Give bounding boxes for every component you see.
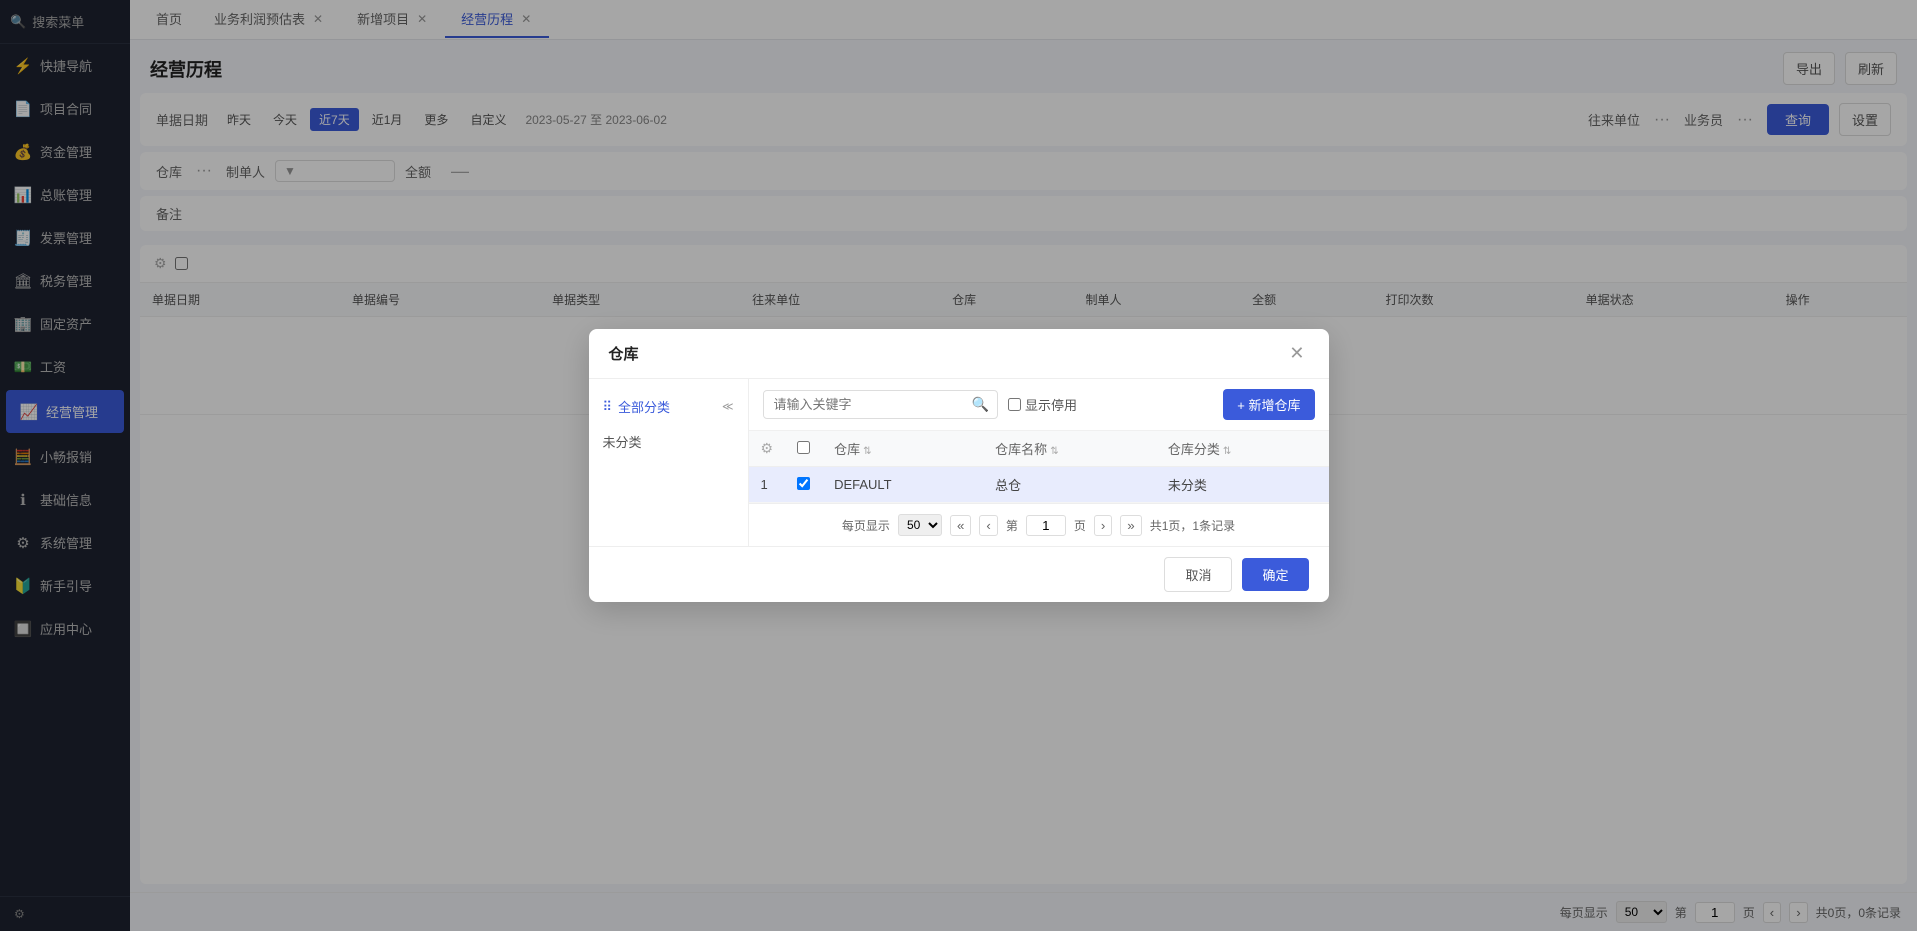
confirm-button[interactable]: 确定 — [1242, 558, 1308, 591]
show-disabled-checkbox[interactable] — [1008, 398, 1021, 411]
modal-first-page[interactable]: « — [950, 515, 971, 536]
search-icon: 🔍 — [964, 391, 997, 418]
modal-pagination: 每页显示 50 « ‹ 第 页 › » 共1页，1条记录 — [749, 503, 1329, 546]
modal-col-settings[interactable]: ⚙ — [761, 440, 774, 456]
modal-select-all[interactable] — [797, 441, 810, 454]
modal-title: 仓库 — [609, 343, 639, 364]
modal-footer-actions: 取消 确定 — [589, 546, 1329, 602]
modal-main: 🔍 显示停用 + 新增仓库 ⚙ 仓库⇅ — [749, 379, 1329, 546]
col-code: 仓库⇅ — [822, 431, 983, 467]
modal-last-page[interactable]: » — [1120, 515, 1141, 536]
modal-search-input[interactable] — [764, 392, 964, 417]
cancel-button[interactable]: 取消 — [1164, 557, 1232, 592]
grid-icon: ⠿ — [603, 399, 613, 415]
row-checkbox[interactable] — [797, 477, 810, 490]
modal-header: 仓库 ✕ — [589, 329, 1329, 379]
modal-table-row[interactable]: 1 DEFAULT 总仓 未分类 — [749, 467, 1329, 503]
row-num: 1 — [749, 467, 786, 503]
modal-overlay: 仓库 ✕ ⠿ 全部分类 ≪ 未分类 — [0, 0, 1917, 931]
col-category: 仓库分类⇅ — [1156, 431, 1329, 467]
modal-per-page-label: 每页显示 — [842, 517, 890, 534]
modal-page-input[interactable] — [1026, 515, 1066, 536]
modal-body: ⠿ 全部分类 ≪ 未分类 🔍 — [589, 379, 1329, 546]
sidebar-collapse-icon[interactable]: ≪ — [722, 400, 734, 413]
show-disabled-label[interactable]: 显示停用 — [1008, 395, 1077, 414]
modal-prev-page[interactable]: ‹ — [979, 515, 997, 536]
modal-warehouse: 仓库 ✕ ⠿ 全部分类 ≪ 未分类 — [589, 329, 1329, 602]
modal-per-page-select[interactable]: 50 — [898, 514, 942, 536]
uncategorized-label: 未分类 — [603, 432, 642, 451]
modal-next-page[interactable]: › — [1094, 515, 1112, 536]
all-category-label: 全部分类 — [618, 397, 670, 416]
modal-sidebar-scroll: 未分类 — [589, 424, 748, 536]
modal-sidebar-all-category[interactable]: ⠿ 全部分类 ≪ — [589, 389, 748, 424]
col-name: 仓库名称⇅ — [983, 431, 1156, 467]
modal-table: ⚙ 仓库⇅ 仓库名称⇅ 仓库分类⇅ 1 DEFAULT 总仓 未分类 — [749, 431, 1329, 503]
modal-search[interactable]: 🔍 — [763, 390, 998, 419]
modal-toolbar: 🔍 显示停用 + 新增仓库 — [749, 379, 1329, 431]
modal-sidebar: ⠿ 全部分类 ≪ 未分类 — [589, 379, 749, 546]
modal-sidebar-uncategorized[interactable]: 未分类 — [589, 424, 748, 459]
row-name: 总仓 — [983, 467, 1156, 503]
modal-total-info: 共1页，1条记录 — [1150, 517, 1235, 534]
modal-close-button[interactable]: ✕ — [1285, 343, 1308, 364]
modal-table-wrap: ⚙ 仓库⇅ 仓库名称⇅ 仓库分类⇅ 1 DEFAULT 总仓 未分类 — [749, 431, 1329, 503]
add-warehouse-button[interactable]: + 新增仓库 — [1223, 389, 1314, 420]
row-code: DEFAULT — [822, 467, 983, 503]
modal-page-suffix: 页 — [1074, 517, 1086, 534]
row-category: 未分类 — [1156, 467, 1329, 503]
modal-page-label: 第 — [1006, 517, 1018, 534]
